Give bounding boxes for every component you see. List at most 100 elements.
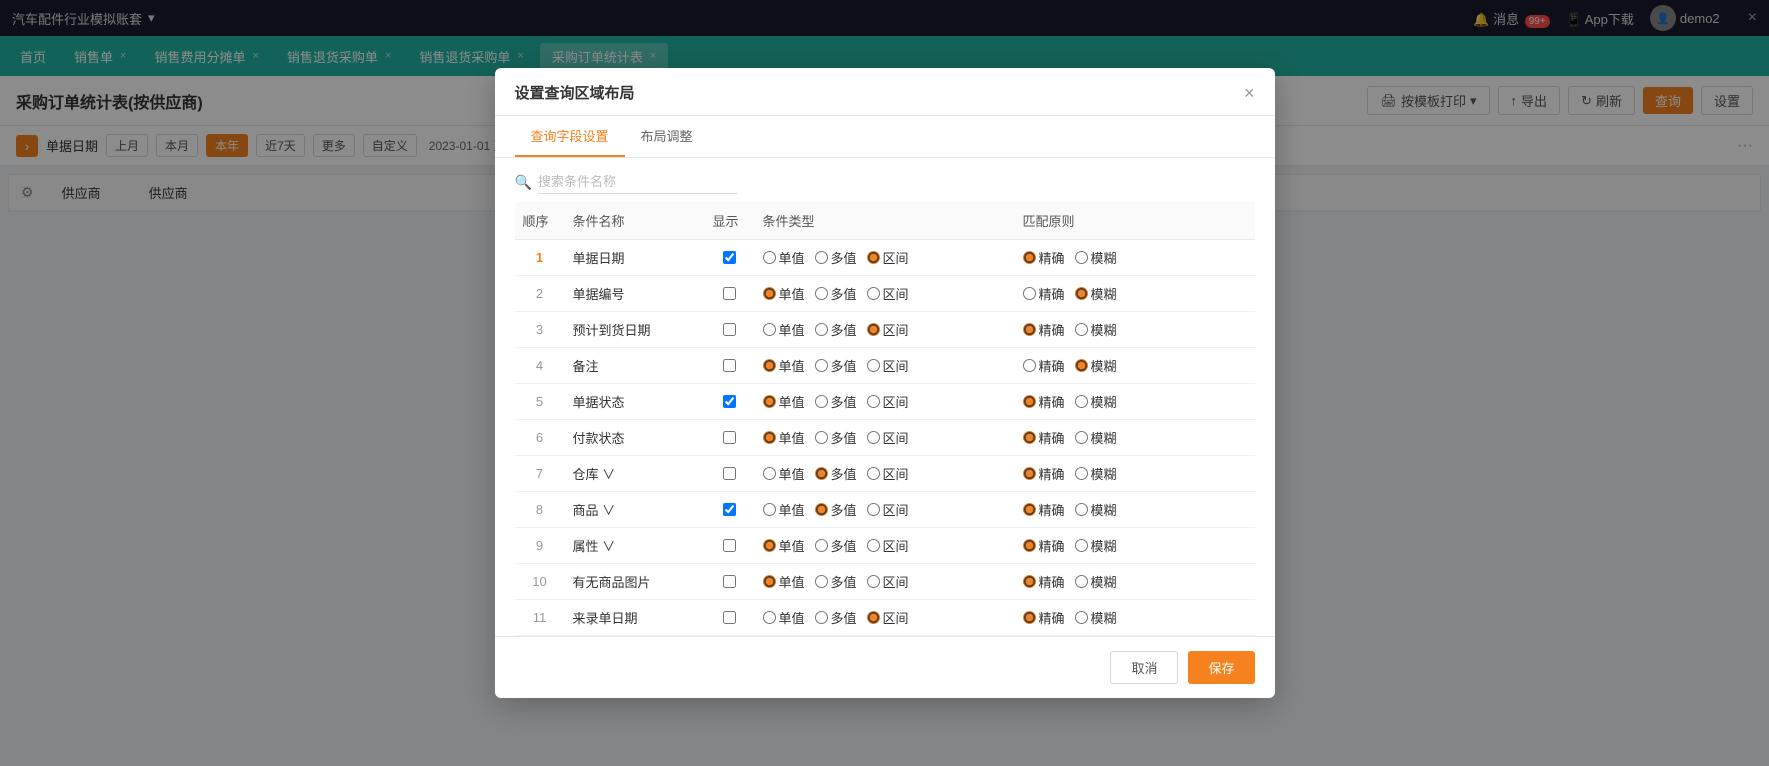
row-match-3: 精确 模糊 (1015, 348, 1255, 384)
radio-fuzzy-3[interactable]: 模糊 (1075, 356, 1117, 375)
radio-exact-9[interactable]: 精确 (1023, 572, 1065, 591)
radio-range-10[interactable]: 区间 (867, 608, 909, 627)
display-checkbox-0[interactable] (723, 251, 736, 264)
dialog-footer: 取消 保存 (495, 636, 1275, 698)
radio-exact-1[interactable]: 精确 (1023, 284, 1065, 303)
radio-range-3[interactable]: 区间 (867, 356, 909, 375)
radio-fuzzy-5[interactable]: 模糊 (1075, 428, 1117, 447)
radio-single-6[interactable]: 单值 (763, 464, 805, 483)
radio-multi-10[interactable]: 多值 (815, 608, 857, 627)
col-display: 显示 (705, 202, 755, 240)
radio-multi-4[interactable]: 多值 (815, 392, 857, 411)
dialog-search-area: 🔍 (495, 158, 1275, 202)
save-button[interactable]: 保存 (1188, 651, 1254, 684)
radio-multi-1[interactable]: 多值 (815, 284, 857, 303)
display-checkbox-9[interactable] (723, 575, 736, 588)
search-input[interactable] (538, 170, 738, 194)
table-row: 9属性 ∨ 单值 多值 区间 精确 模糊 (515, 528, 1255, 564)
display-checkbox-1[interactable] (723, 287, 736, 300)
row-type-8: 单值 多值 区间 (755, 528, 1015, 564)
row-type-2: 单值 多值 区间 (755, 312, 1015, 348)
radio-multi-6[interactable]: 多值 (815, 464, 857, 483)
radio-fuzzy-0[interactable]: 模糊 (1075, 248, 1117, 267)
radio-exact-6[interactable]: 精确 (1023, 464, 1065, 483)
display-checkbox-6[interactable] (723, 467, 736, 480)
display-checkbox-8[interactable] (723, 539, 736, 552)
radio-range-5[interactable]: 区间 (867, 428, 909, 447)
row-order-6: 7 (515, 456, 565, 492)
radio-fuzzy-9[interactable]: 模糊 (1075, 572, 1117, 591)
radio-multi-0[interactable]: 多值 (815, 248, 857, 267)
col-order: 顺序 (515, 202, 565, 240)
dialog-close-btn[interactable]: × (1244, 84, 1255, 102)
radio-range-2[interactable]: 区间 (867, 320, 909, 339)
radio-single-0[interactable]: 单值 (763, 248, 805, 267)
cancel-button[interactable]: 取消 (1110, 651, 1178, 684)
row-name-6: 仓库 ∨ (565, 456, 705, 492)
row-match-5: 精确 模糊 (1015, 420, 1255, 456)
row-order-3: 4 (515, 348, 565, 384)
radio-exact-3[interactable]: 精确 (1023, 356, 1065, 375)
table-row: 10有无商品图片 单值 多值 区间 精确 模糊 (515, 564, 1255, 600)
radio-single-9[interactable]: 单值 (763, 572, 805, 591)
radio-exact-2[interactable]: 精确 (1023, 320, 1065, 339)
radio-multi-9[interactable]: 多值 (815, 572, 857, 591)
tab-layout-adjust[interactable]: 布局调整 (625, 116, 709, 157)
row-checkbox-1 (705, 276, 755, 312)
tab-query-fields-label: 查询字段设置 (531, 129, 609, 144)
radio-exact-10[interactable]: 精确 (1023, 608, 1065, 627)
radio-range-6[interactable]: 区间 (867, 464, 909, 483)
radio-fuzzy-4[interactable]: 模糊 (1075, 392, 1117, 411)
radio-exact-0[interactable]: 精确 (1023, 248, 1065, 267)
radio-range-7[interactable]: 区间 (867, 500, 909, 519)
radio-multi-8[interactable]: 多值 (815, 536, 857, 555)
row-match-6: 精确 模糊 (1015, 456, 1255, 492)
row-order-7: 8 (515, 492, 565, 528)
display-checkbox-4[interactable] (723, 395, 736, 408)
row-type-0: 单值 多值 区间 (755, 240, 1015, 276)
conditions-table: 顺序 条件名称 显示 条件类型 匹配原则 1单据日期 单值 多值 (515, 202, 1255, 636)
radio-range-9[interactable]: 区间 (867, 572, 909, 591)
radio-single-1[interactable]: 单值 (763, 284, 805, 303)
display-checkbox-2[interactable] (723, 323, 736, 336)
radio-single-8[interactable]: 单值 (763, 536, 805, 555)
dialog-title: 设置查询区域布局 (515, 82, 635, 103)
table-row: 7仓库 ∨ 单值 多值 区间 精确 模糊 (515, 456, 1255, 492)
radio-exact-8[interactable]: 精确 (1023, 536, 1065, 555)
tab-query-fields[interactable]: 查询字段设置 (515, 116, 625, 157)
display-checkbox-3[interactable] (723, 359, 736, 372)
radio-exact-7[interactable]: 精确 (1023, 500, 1065, 519)
radio-single-7[interactable]: 单值 (763, 500, 805, 519)
radio-range-8[interactable]: 区间 (867, 536, 909, 555)
radio-range-0[interactable]: 区间 (867, 248, 909, 267)
row-checkbox-0 (705, 240, 755, 276)
row-match-1: 精确 模糊 (1015, 276, 1255, 312)
radio-fuzzy-1[interactable]: 模糊 (1075, 284, 1117, 303)
row-order-1: 2 (515, 276, 565, 312)
radio-single-4[interactable]: 单值 (763, 392, 805, 411)
row-name-8: 属性 ∨ (565, 528, 705, 564)
radio-exact-4[interactable]: 精确 (1023, 392, 1065, 411)
radio-single-5[interactable]: 单值 (763, 428, 805, 447)
radio-fuzzy-2[interactable]: 模糊 (1075, 320, 1117, 339)
radio-range-4[interactable]: 区间 (867, 392, 909, 411)
display-checkbox-7[interactable] (723, 503, 736, 516)
radio-multi-3[interactable]: 多值 (815, 356, 857, 375)
radio-multi-2[interactable]: 多值 (815, 320, 857, 339)
radio-fuzzy-6[interactable]: 模糊 (1075, 464, 1117, 483)
radio-fuzzy-7[interactable]: 模糊 (1075, 500, 1117, 519)
row-type-10: 单值 多值 区间 (755, 600, 1015, 636)
radio-single-3[interactable]: 单值 (763, 356, 805, 375)
radio-exact-5[interactable]: 精确 (1023, 428, 1065, 447)
radio-single-2[interactable]: 单值 (763, 320, 805, 339)
radio-multi-5[interactable]: 多值 (815, 428, 857, 447)
radio-fuzzy-10[interactable]: 模糊 (1075, 608, 1117, 627)
tab-layout-adjust-label: 布局调整 (641, 129, 693, 144)
radio-fuzzy-8[interactable]: 模糊 (1075, 536, 1117, 555)
radio-multi-7[interactable]: 多值 (815, 500, 857, 519)
row-name-3: 备注 (565, 348, 705, 384)
display-checkbox-10[interactable] (723, 611, 736, 624)
radio-range-1[interactable]: 区间 (867, 284, 909, 303)
display-checkbox-5[interactable] (723, 431, 736, 444)
radio-single-10[interactable]: 单值 (763, 608, 805, 627)
